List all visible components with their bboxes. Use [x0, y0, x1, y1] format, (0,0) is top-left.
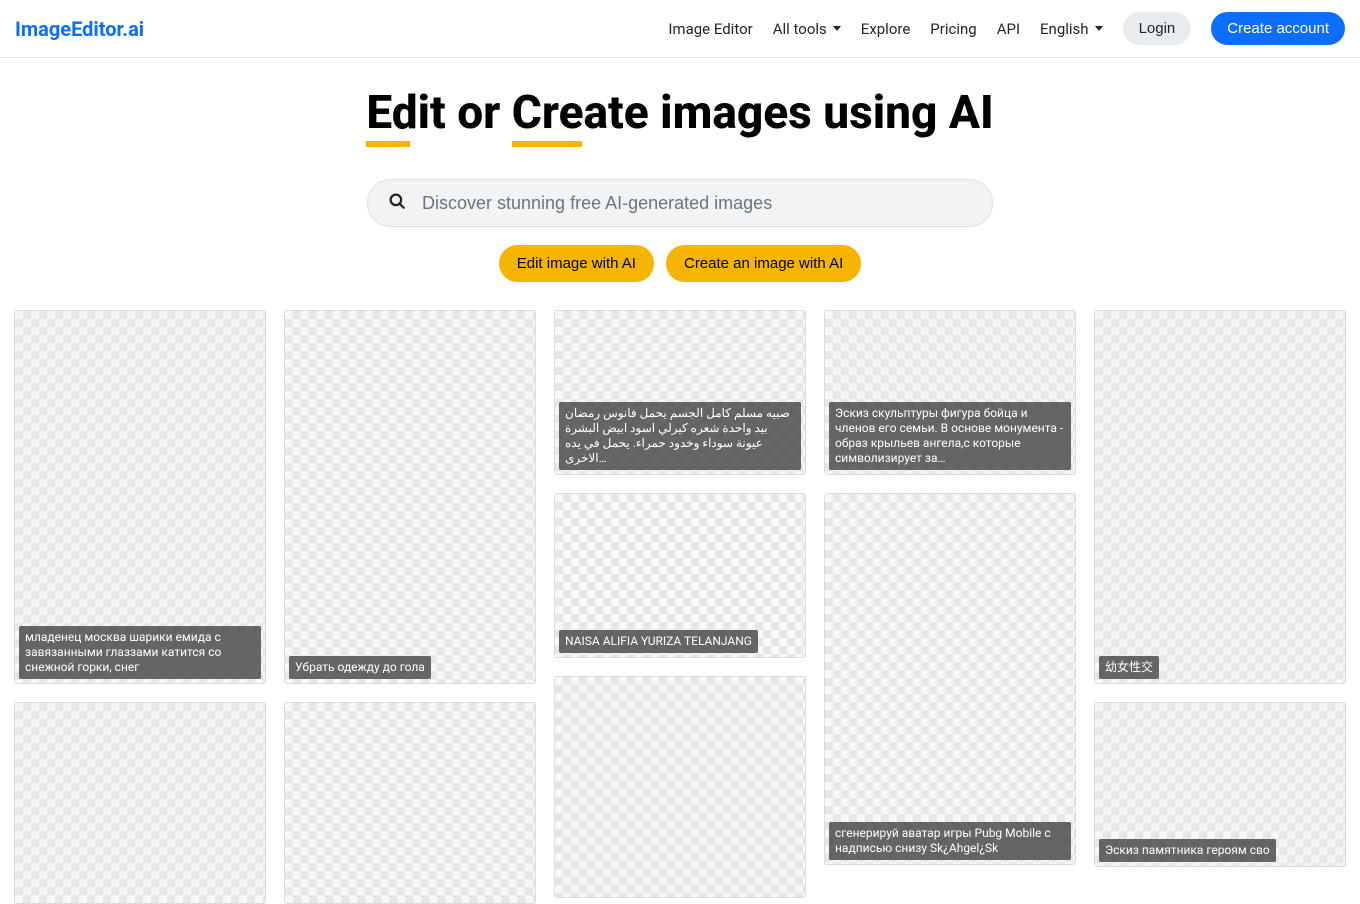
gallery-image-placeholder: [285, 311, 535, 683]
gallery: младенец москва шарики емида с завязанны…: [0, 310, 1360, 904]
gallery-col-5: 幼女性交 Эскиз памятника героям сво: [1094, 310, 1346, 904]
gallery-card[interactable]: [284, 702, 536, 904]
gallery-col-2: Убрать одежду до гола: [284, 310, 536, 904]
search-input[interactable]: [422, 193, 972, 214]
gallery-image-placeholder: [285, 703, 535, 903]
gallery-card[interactable]: 幼女性交: [1094, 310, 1346, 684]
gallery-card[interactable]: Эскиз памятника героям сво: [1094, 702, 1346, 867]
gallery-card[interactable]: NAISA ALIFIA YURIZA TELANJANG: [554, 493, 806, 658]
hero-word-create: Create: [512, 86, 649, 141]
navbar: ImageEditor.ai Image Editor All tools Ex…: [0, 0, 1360, 58]
nav-language-label: English: [1040, 20, 1089, 38]
nav-right: Image Editor All tools Explore Pricing A…: [668, 12, 1345, 45]
search-icon: [388, 192, 406, 214]
gallery-caption: 幼女性交: [1099, 656, 1159, 679]
nav-pricing[interactable]: Pricing: [930, 20, 976, 38]
search-bar[interactable]: [367, 179, 993, 227]
edit-image-button[interactable]: Edit image with AI: [499, 245, 654, 282]
gallery-card[interactable]: Эскиз скульптуры фигура бойца и членов е…: [824, 310, 1076, 475]
gallery-caption: Убрать одежду до гола: [289, 656, 431, 679]
hero-rest: images using AI: [649, 86, 994, 140]
gallery-card[interactable]: младенец москва шарики емида с завязанны…: [14, 310, 266, 684]
nav-language[interactable]: English: [1040, 20, 1103, 38]
page-title: Edit or Create images using AI: [366, 86, 993, 141]
gallery-caption: младенец москва шарики емида с завязанны…: [19, 626, 261, 679]
gallery-col-4: Эскиз скульптуры фигура бойца и членов е…: [824, 310, 1076, 904]
nav-all-tools-label: All tools: [773, 20, 827, 38]
hero: Edit or Create images using AI: [0, 58, 1360, 151]
login-button[interactable]: Login: [1123, 12, 1192, 45]
chevron-down-icon: [1095, 26, 1103, 31]
nav-explore[interactable]: Explore: [861, 20, 911, 38]
chevron-down-icon: [833, 26, 841, 31]
hero-actions: Edit image with AI Create an image with …: [0, 245, 1360, 282]
gallery-card[interactable]: [554, 676, 806, 898]
gallery-image-placeholder: [555, 677, 805, 897]
gallery-card[interactable]: сгенерируй аватар игры Pubg Mobile с над…: [824, 493, 1076, 865]
gallery-image-placeholder: [1095, 311, 1345, 683]
nav-image-editor[interactable]: Image Editor: [668, 20, 752, 38]
gallery-col-1: младенец москва шарики емида с завязанны…: [14, 310, 266, 904]
gallery-card[interactable]: Убрать одежду до гола: [284, 310, 536, 684]
gallery-caption: Эскиз скульптуры фигура бойца и членов е…: [829, 402, 1071, 470]
hero-or: or: [446, 86, 512, 140]
search-wrap: [355, 179, 1005, 227]
brand-logo[interactable]: ImageEditor.ai: [15, 17, 144, 41]
hero-word-edit: Edit: [366, 86, 445, 141]
gallery-card[interactable]: [14, 702, 266, 904]
gallery-image-placeholder: [825, 494, 1075, 864]
gallery-caption: NAISA ALIFIA YURIZA TELANJANG: [559, 630, 758, 653]
create-account-button[interactable]: Create account: [1211, 12, 1345, 45]
gallery-card[interactable]: صبيه مسلم كامل الجسم يحمل فانوس رمضان بي…: [554, 310, 806, 475]
gallery-image-placeholder: [15, 703, 265, 903]
gallery-col-3: صبيه مسلم كامل الجسم يحمل فانوس رمضان بي…: [554, 310, 806, 904]
gallery-caption: сгенерируй аватар игры Pubg Mobile с над…: [829, 822, 1071, 860]
gallery-caption: صبيه مسلم كامل الجسم يحمل فانوس رمضان بي…: [559, 402, 801, 470]
create-image-button[interactable]: Create an image with AI: [666, 245, 861, 282]
nav-all-tools[interactable]: All tools: [773, 20, 841, 38]
nav-api[interactable]: API: [997, 20, 1020, 38]
